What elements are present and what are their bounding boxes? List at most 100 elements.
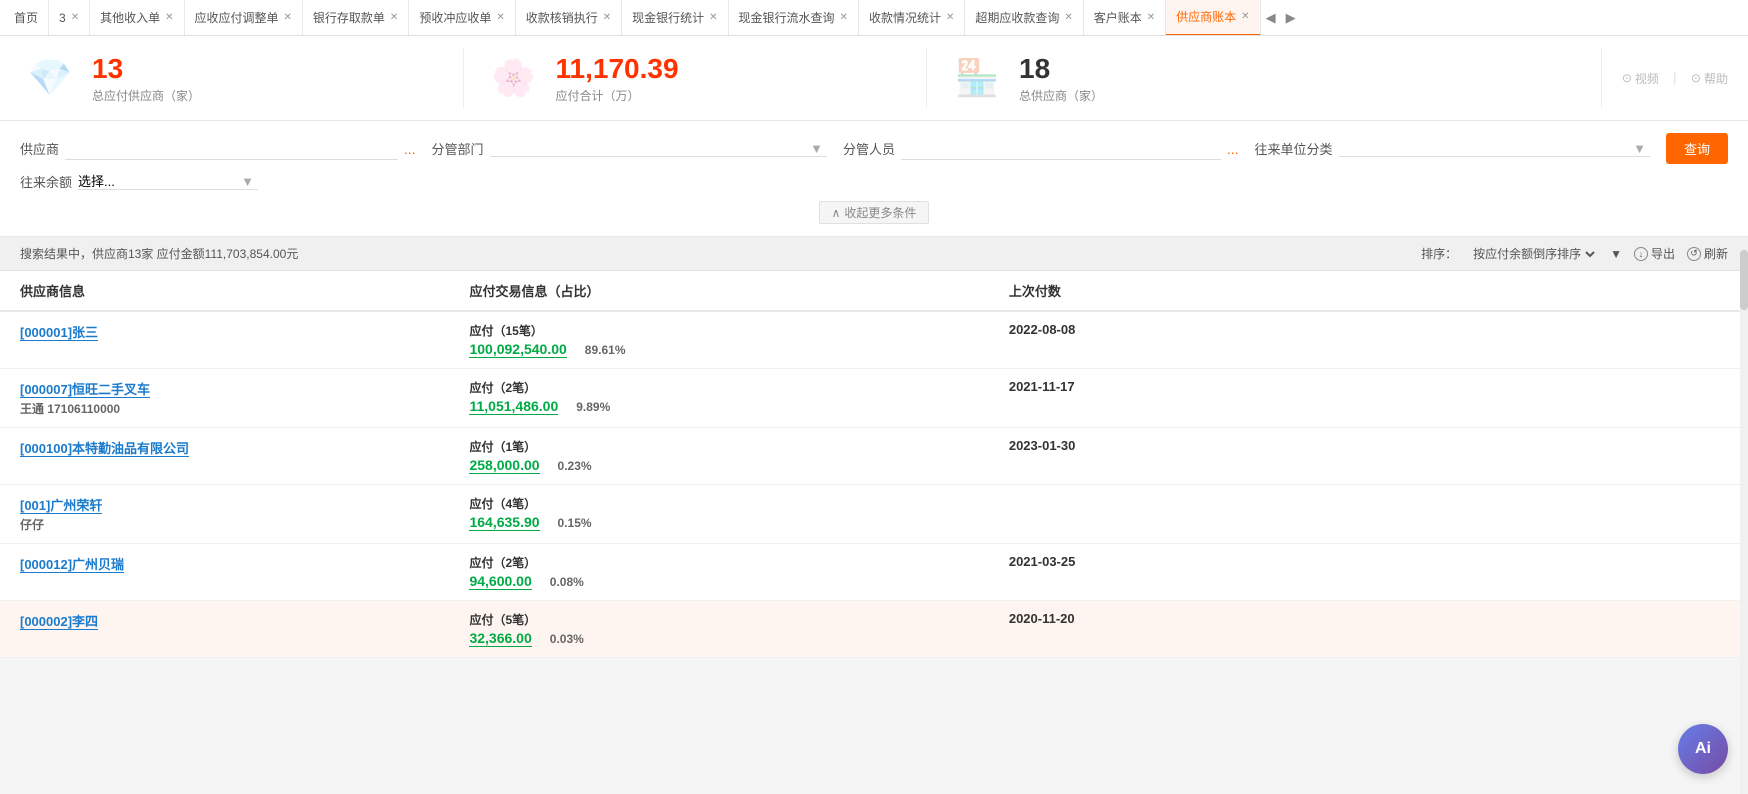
- table-row: [000001]张三 应付（15笔） 100,092,540.00 89.61%…: [0, 312, 1748, 369]
- col-header-extra: [1368, 281, 1728, 300]
- table-row: [001]广州荣轩 仔仔 应付（4笔） 164,635.90 0.15%: [0, 485, 1748, 544]
- stats-bar: 💎 13 总应付供应商（家） 🌸 11,170.39 应付合计（万） 🏪 18 …: [0, 36, 1748, 121]
- nav-tab-prepay-ar[interactable]: 预收冲应收单 ✕: [409, 0, 515, 36]
- help-link[interactable]: ⊙ 帮助: [1691, 70, 1728, 87]
- trans-amount-3[interactable]: 258,000.00: [469, 457, 539, 474]
- nav-tab-prepay-ar-label: 预收冲应收单: [419, 9, 491, 26]
- nav-tab-ar-ap-adjust-close[interactable]: ✕: [284, 12, 292, 23]
- unit-category-select[interactable]: [1339, 141, 1650, 156]
- trans-amount-1[interactable]: 100,092,540.00: [469, 341, 566, 358]
- sort-select[interactable]: 按应付余额倒序排序: [1469, 246, 1598, 262]
- nav-next-arrow[interactable]: ▶: [1281, 0, 1301, 36]
- balance-select[interactable]: 选择...: [78, 174, 258, 189]
- supplier-link-2[interactable]: [000007]恒旺二手叉车: [20, 382, 150, 398]
- trans-label-6: 应付（5笔）: [469, 611, 1008, 628]
- nav-tab-cash-bank-stat[interactable]: 现金银行统计 ✕: [622, 0, 728, 36]
- trans-label-3: 应付（1笔）: [469, 438, 1008, 455]
- total-suppliers-number: 18: [1019, 52, 1103, 86]
- nav-tab-cash-bank-stat-close[interactable]: ✕: [709, 12, 717, 23]
- supplier-link-4[interactable]: [001]广州荣轩: [20, 498, 102, 514]
- nav-tab-3-close[interactable]: ✕: [71, 12, 79, 23]
- scrollbar[interactable]: [1740, 250, 1748, 794]
- nav-tab-other-income-close[interactable]: ✕: [165, 12, 173, 23]
- trans-label-4: 应付（4笔）: [469, 495, 1008, 512]
- lastpay-5: 2021-03-25: [1009, 554, 1369, 569]
- nav-tab-ar-ap-adjust[interactable]: 应收应付调整单 ✕: [185, 0, 303, 36]
- export-button[interactable]: ↓ 导出: [1634, 245, 1675, 262]
- nav-prev-arrow[interactable]: ◀: [1261, 0, 1281, 36]
- nav-tab-prepay-ar-close[interactable]: ✕: [496, 12, 504, 23]
- nav-tab-customer-ledger[interactable]: 客户账本 ✕: [1084, 0, 1166, 36]
- nav-tab-bank-withdraw-close[interactable]: ✕: [390, 12, 398, 23]
- scrollbar-thumb[interactable]: [1740, 250, 1748, 310]
- ai-fab-button[interactable]: Ai: [1678, 724, 1728, 774]
- nav-tab-receipt-verify-close[interactable]: ✕: [603, 12, 611, 23]
- nav-tab-cash-bank-flow[interactable]: 现金银行流水查询 ✕: [729, 0, 859, 36]
- nav-tab-customer-ledger-close[interactable]: ✕: [1147, 12, 1155, 23]
- balance-filter-label: 往来余额: [20, 172, 72, 191]
- nav-tab-3-label: 3: [59, 11, 66, 25]
- trans-amount-5[interactable]: 94,600.00: [469, 573, 531, 590]
- nav-tab-overdue-ar-label: 超期应收款查询: [975, 9, 1059, 26]
- supplier-dots-button[interactable]: ...: [404, 141, 416, 157]
- nav-tab-cash-bank-flow-close[interactable]: ✕: [840, 12, 848, 23]
- nav-tab-supplier-ledger[interactable]: 供应商账本 ✕: [1166, 0, 1260, 36]
- person-input[interactable]: [901, 138, 1221, 160]
- transaction-info-6: 应付（5笔） 32,366.00 0.03%: [469, 611, 1008, 647]
- collapse-button[interactable]: ∧ 收起更多条件: [819, 201, 930, 224]
- refresh-icon: ↺: [1687, 247, 1701, 261]
- nav-tab-receipt-stat-close[interactable]: ✕: [946, 12, 954, 23]
- result-bar: 搜索结果中，供应商13家 应付金额111,703,854.00元 排序： 按应付…: [0, 237, 1748, 271]
- nav-tab-receipt-verify-label: 收款核销执行: [526, 9, 598, 26]
- supplier-info-6: [000002]李四: [20, 611, 469, 630]
- nav-tab-overdue-ar[interactable]: 超期应收款查询 ✕: [965, 0, 1083, 36]
- trans-label-5: 应付（2笔）: [469, 554, 1008, 571]
- filter-row-1: 供应商 ... 分管部门 ▼ 分管人员 ... 往来单位分类: [20, 133, 1728, 164]
- transaction-info-3: 应付（1笔） 258,000.00 0.23%: [469, 438, 1008, 474]
- trans-pct-6: 0.03%: [550, 632, 584, 646]
- refresh-button[interactable]: ↺ 刷新: [1687, 245, 1728, 262]
- result-info: 搜索结果中，供应商13家 应付金额111,703,854.00元: [20, 245, 298, 262]
- video-link[interactable]: ⊙ 视频: [1622, 70, 1659, 87]
- help-icon: ⊙: [1691, 71, 1701, 85]
- supplier-sub-4: 仔仔: [20, 516, 469, 533]
- supplier-link-1[interactable]: [000001]张三: [20, 325, 98, 341]
- trans-label-2: 应付（2笔）: [469, 379, 1008, 396]
- nav-tab-other-income[interactable]: 其他收入单 ✕: [90, 0, 184, 36]
- trans-pct-2: 9.89%: [576, 400, 610, 414]
- refresh-button-label: 刷新: [1704, 245, 1728, 262]
- trans-amount-2[interactable]: 11,051,486.00: [469, 398, 558, 415]
- unit-category-select-wrap: ▼: [1339, 141, 1650, 157]
- dept-select-wrap: ▼: [490, 141, 827, 157]
- stat-block-total-suppliers: 🏪 18 总供应商（家）: [927, 48, 1602, 108]
- unit-category-label: 往来单位分类: [1255, 139, 1333, 158]
- person-dots-button[interactable]: ...: [1227, 141, 1239, 157]
- supplier-filter-label: 供应商: [20, 139, 59, 158]
- trans-amount-6[interactable]: 32,366.00: [469, 630, 531, 647]
- trans-pct-1: 89.61%: [585, 343, 626, 357]
- nav-tab-ar-ap-adjust-label: 应收应付调整单: [195, 9, 279, 26]
- export-button-label: 导出: [1651, 245, 1675, 262]
- nav-tab-bank-withdraw[interactable]: 银行存取款单 ✕: [303, 0, 409, 36]
- nav-tab-home[interactable]: 首页: [4, 0, 49, 36]
- nav-tab-receipt-verify[interactable]: 收款核销执行 ✕: [516, 0, 622, 36]
- nav-tab-overdue-ar-close[interactable]: ✕: [1064, 12, 1072, 23]
- supplier-link-3[interactable]: [000100]本特勤油品有限公司: [20, 441, 189, 457]
- search-button[interactable]: 查询: [1666, 133, 1728, 164]
- supplier-link-6[interactable]: [000002]李四: [20, 614, 98, 630]
- supplier-sub-2: 王通 17106110000: [20, 400, 469, 417]
- nav-tab-receipt-stat[interactable]: 收款情况统计 ✕: [859, 0, 965, 36]
- total-suppliers-content: 18 总供应商（家）: [1019, 52, 1103, 105]
- trans-amount-4[interactable]: 164,635.90: [469, 514, 539, 531]
- person-filter-label: 分管人员: [843, 139, 895, 158]
- dept-filter-label: 分管部门: [432, 139, 484, 158]
- total-suppliers-icon: 🏪: [947, 48, 1007, 108]
- nav-tab-bank-withdraw-label: 银行存取款单: [313, 9, 385, 26]
- supplier-input[interactable]: [65, 138, 398, 160]
- lastpay-2: 2021-11-17: [1009, 379, 1369, 394]
- dept-select[interactable]: [490, 141, 827, 156]
- video-link-label: 视频: [1635, 70, 1659, 87]
- supplier-link-5[interactable]: [000012]广州贝瑞: [20, 557, 124, 573]
- nav-tab-3[interactable]: 3 ✕: [49, 0, 90, 36]
- nav-tab-supplier-ledger-close[interactable]: ✕: [1241, 11, 1249, 22]
